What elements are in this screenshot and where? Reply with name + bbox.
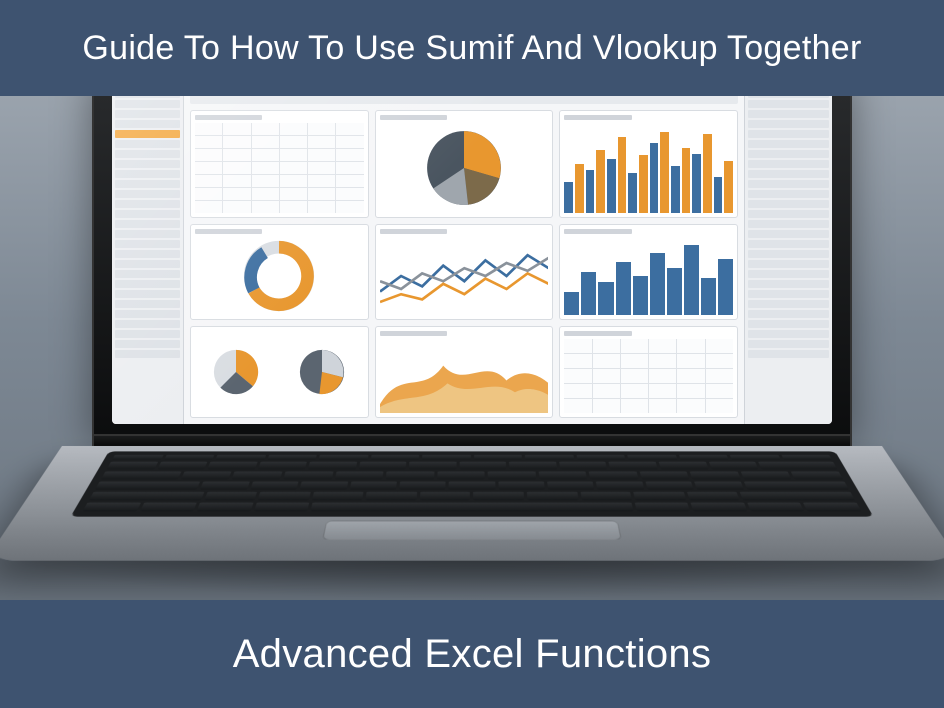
laptop-keyboard bbox=[71, 451, 874, 516]
dashboard-title-bar bbox=[190, 96, 738, 104]
hero-image bbox=[0, 96, 944, 600]
panel-pie bbox=[375, 110, 554, 218]
laptop-screen-bezel bbox=[92, 96, 852, 436]
dashboard-sidebar bbox=[112, 96, 184, 424]
panel-bars-small bbox=[559, 224, 738, 320]
panel-lines bbox=[375, 224, 554, 320]
line-chart-icon bbox=[380, 237, 549, 315]
area-chart-icon bbox=[380, 339, 549, 413]
pie-chart-icon bbox=[423, 127, 505, 209]
mini-spreadsheet bbox=[195, 123, 364, 213]
donut-chart-icon bbox=[243, 240, 315, 312]
panel-bars bbox=[559, 110, 738, 218]
title-text-bottom: Advanced Excel Functions bbox=[233, 632, 712, 677]
bar-chart-small-icon bbox=[564, 237, 733, 315]
laptop-base bbox=[62, 446, 882, 600]
panel-area bbox=[375, 326, 554, 418]
panel-donut bbox=[190, 224, 369, 320]
laptop bbox=[62, 96, 882, 600]
laptop-trackpad bbox=[322, 521, 622, 540]
panel-pies-row bbox=[190, 326, 369, 418]
title-text-top: Guide To How To Use Sumif And Vlookup To… bbox=[82, 29, 861, 68]
bar-chart-icon bbox=[564, 123, 733, 213]
pie-icon-1 bbox=[210, 346, 262, 398]
mini-table bbox=[564, 339, 733, 413]
dashboard-main bbox=[184, 96, 744, 424]
laptop-hinge bbox=[92, 436, 852, 446]
panel-table bbox=[559, 326, 738, 418]
laptop-screen-dashboard bbox=[112, 96, 832, 424]
pie-icon-2 bbox=[296, 346, 348, 398]
title-banner-top: Guide To How To Use Sumif And Vlookup To… bbox=[0, 0, 944, 96]
laptop-deck bbox=[0, 446, 944, 561]
dashboard-right-col bbox=[744, 96, 832, 424]
title-banner-bottom: Advanced Excel Functions bbox=[0, 600, 944, 708]
panel-spreadsheet bbox=[190, 110, 369, 218]
